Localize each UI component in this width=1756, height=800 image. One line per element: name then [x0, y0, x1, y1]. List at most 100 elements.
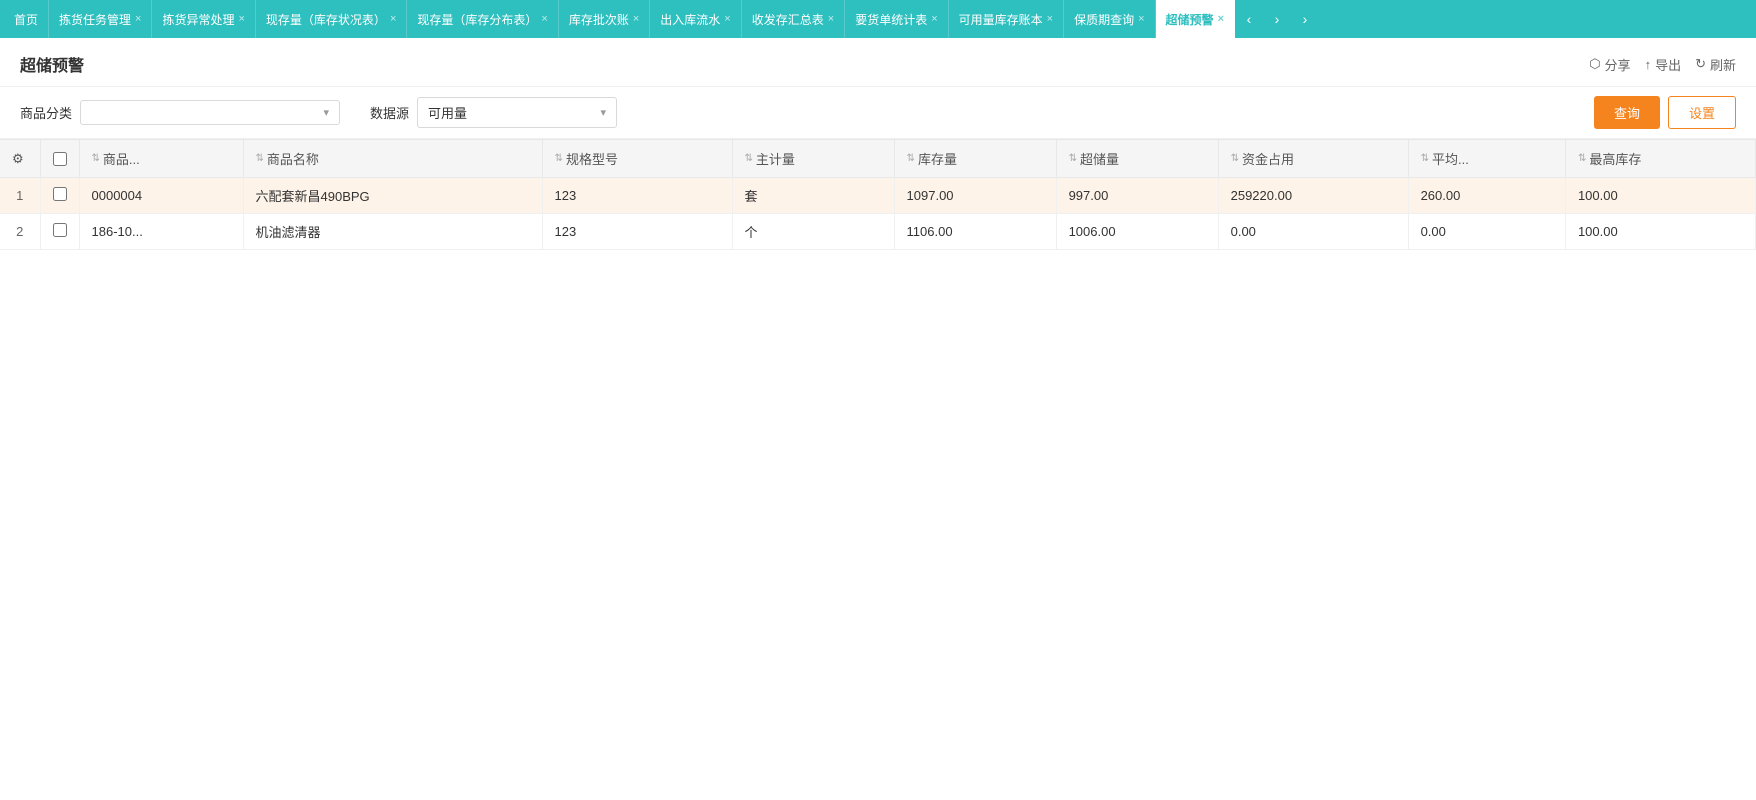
overflow-column-header[interactable]: ⇅ 超储量: [1056, 140, 1218, 178]
nav-tab-home[interactable]: 首页: [4, 0, 49, 38]
category-arrow-icon: ▾: [323, 106, 329, 119]
share-action[interactable]: ⬡ 分享: [1589, 55, 1630, 74]
row-unit: 个: [732, 214, 894, 250]
export-label: 导出: [1655, 55, 1681, 74]
category-filter: 商品分类 ▾: [20, 100, 340, 125]
nav-tab-7[interactable]: 收发存汇总表 ×: [742, 0, 845, 38]
row-product-name: 六配套新昌490BPG: [243, 178, 542, 214]
select-all-checkbox[interactable]: [53, 152, 67, 166]
product-code-column-header[interactable]: ⇅ 商品...: [79, 140, 243, 178]
refresh-action[interactable]: ↻ 刷新: [1695, 55, 1736, 74]
share-label: 分享: [1605, 55, 1631, 74]
avg-label: 平均...: [1432, 149, 1469, 168]
stock-column-header[interactable]: ⇅ 库存量: [894, 140, 1056, 178]
row-capital: 0.00: [1218, 214, 1408, 250]
nav-tab-4-label: 现存量（库存分布表）: [417, 11, 537, 28]
table-row: 2 186-10... 机油滤清器 123 个 1106.00 1006.00 …: [0, 214, 1756, 250]
sort-icon-4: ⇅: [745, 153, 753, 164]
product-name-column-header[interactable]: ⇅ 商品名称: [243, 140, 542, 178]
nav-tab-6[interactable]: 出入库流水 ×: [650, 0, 741, 38]
nav-prev-arrow[interactable]: ‹: [1235, 0, 1263, 38]
nav-tab-6-label: 出入库流水: [660, 11, 720, 28]
spec-column-header[interactable]: ⇅ 规格型号: [542, 140, 732, 178]
nav-tab-5-close[interactable]: ×: [633, 13, 639, 25]
gear-icon[interactable]: ⚙: [12, 151, 24, 167]
row-overflow: 1006.00: [1056, 214, 1218, 250]
nav-tab-10-label: 保质期查询: [1074, 11, 1134, 28]
max-stock-column-header[interactable]: ⇅ 最高库存: [1565, 140, 1755, 178]
category-label: 商品分类: [20, 103, 72, 122]
nav-tab-4-close[interactable]: ×: [541, 13, 547, 25]
max-stock-label: 最高库存: [1589, 149, 1641, 168]
row-spec: 123: [542, 178, 732, 214]
sort-icon: ⇅: [92, 153, 100, 164]
row-checkbox-cell: [40, 178, 79, 214]
row-unit: 套: [732, 178, 894, 214]
nav-tab-8[interactable]: 要货单统计表 ×: [845, 0, 948, 38]
filter-action-buttons: 查询 设置: [1594, 96, 1736, 129]
settings-button[interactable]: 设置: [1668, 96, 1736, 129]
table-header-row: ⚙ ⇅ 商品...: [0, 140, 1756, 178]
nav-tab-2[interactable]: 拣货异常处理 ×: [152, 0, 255, 38]
query-button[interactable]: 查询: [1594, 96, 1660, 129]
capital-column-header[interactable]: ⇅ 资金占用: [1218, 140, 1408, 178]
nav-tab-5-label: 库存批次账: [569, 11, 629, 28]
nav-tab-2-close[interactable]: ×: [238, 13, 244, 25]
avg-column-header[interactable]: ⇅ 平均...: [1408, 140, 1565, 178]
table-body: 1 0000004 六配套新昌490BPG 123 套 1097.00 997.…: [0, 178, 1756, 250]
datasource-value: 可用量: [428, 103, 467, 122]
settings-column-header: ⚙: [0, 140, 40, 178]
datasource-select[interactable]: 可用量 ▾: [417, 97, 617, 128]
nav-tab-4[interactable]: 现存量（库存分布表） ×: [407, 0, 558, 38]
nav-tab-7-close[interactable]: ×: [828, 13, 834, 25]
export-icon: ↑: [1645, 57, 1652, 72]
sort-icon-3: ⇅: [555, 153, 563, 164]
sort-icon-8: ⇅: [1421, 153, 1429, 164]
nav-next-arrow[interactable]: ›: [1263, 0, 1291, 38]
row-number: 2: [0, 214, 40, 250]
nav-tab-2-label: 拣货异常处理: [162, 11, 234, 28]
row-product-name: 机油滤清器: [243, 214, 542, 250]
nav-tab-8-label: 要货单统计表: [855, 11, 927, 28]
sort-icon-9: ⇅: [1578, 153, 1586, 164]
row-capital: 259220.00: [1218, 178, 1408, 214]
product-code-label: 商品...: [103, 149, 140, 168]
row-stock: 1097.00: [894, 178, 1056, 214]
row-max-stock: 100.00: [1565, 214, 1755, 250]
header-actions: ⬡ 分享 ↑ 导出 ↻ 刷新: [1589, 55, 1736, 74]
stock-label: 库存量: [918, 149, 957, 168]
nav-tab-10-close[interactable]: ×: [1138, 13, 1144, 25]
nav-tab-9-close[interactable]: ×: [1047, 13, 1053, 25]
nav-tab-5[interactable]: 库存批次账 ×: [559, 0, 650, 38]
datasource-filter: 数据源 可用量 ▾: [370, 97, 617, 128]
share-icon: ⬡: [1589, 56, 1600, 72]
nav-tab-3[interactable]: 现存量（库存状况表） ×: [256, 0, 407, 38]
nav-tab-1[interactable]: 拣货任务管理 ×: [49, 0, 152, 38]
nav-tab-active-close[interactable]: ×: [1218, 13, 1224, 25]
datasource-label: 数据源: [370, 103, 409, 122]
row-max-stock: 100.00: [1565, 178, 1755, 214]
unit-column-header[interactable]: ⇅ 主计量: [732, 140, 894, 178]
row-checkbox-1[interactable]: [53, 223, 67, 237]
category-select[interactable]: ▾: [80, 100, 340, 125]
row-overflow: 997.00: [1056, 178, 1218, 214]
row-product-code: 0000004: [79, 178, 243, 214]
page-title: 超储预警: [20, 52, 84, 76]
nav-tab-7-label: 收发存汇总表: [752, 11, 824, 28]
nav-tab-3-close[interactable]: ×: [390, 13, 396, 25]
export-action[interactable]: ↑ 导出: [1645, 55, 1682, 74]
nav-tab-9[interactable]: 可用量库存账本 ×: [949, 0, 1064, 38]
page-header: 超储预警 ⬡ 分享 ↑ 导出 ↻ 刷新: [0, 38, 1756, 87]
nav-tab-1-close[interactable]: ×: [135, 13, 141, 25]
nav-tab-8-close[interactable]: ×: [931, 13, 937, 25]
refresh-icon: ↻: [1695, 56, 1706, 72]
refresh-label: 刷新: [1710, 55, 1736, 74]
row-spec: 123: [542, 214, 732, 250]
nav-tab-3-label: 现存量（库存状况表）: [266, 11, 386, 28]
row-checkbox-0[interactable]: [53, 187, 67, 201]
nav-tab-6-close[interactable]: ×: [724, 13, 730, 25]
nav-tab-10[interactable]: 保质期查询 ×: [1064, 0, 1155, 38]
nav-more-arrow[interactable]: ›: [1291, 0, 1319, 38]
nav-tab-active[interactable]: 超储预警 ×: [1156, 0, 1235, 38]
row-avg: 260.00: [1408, 178, 1565, 214]
